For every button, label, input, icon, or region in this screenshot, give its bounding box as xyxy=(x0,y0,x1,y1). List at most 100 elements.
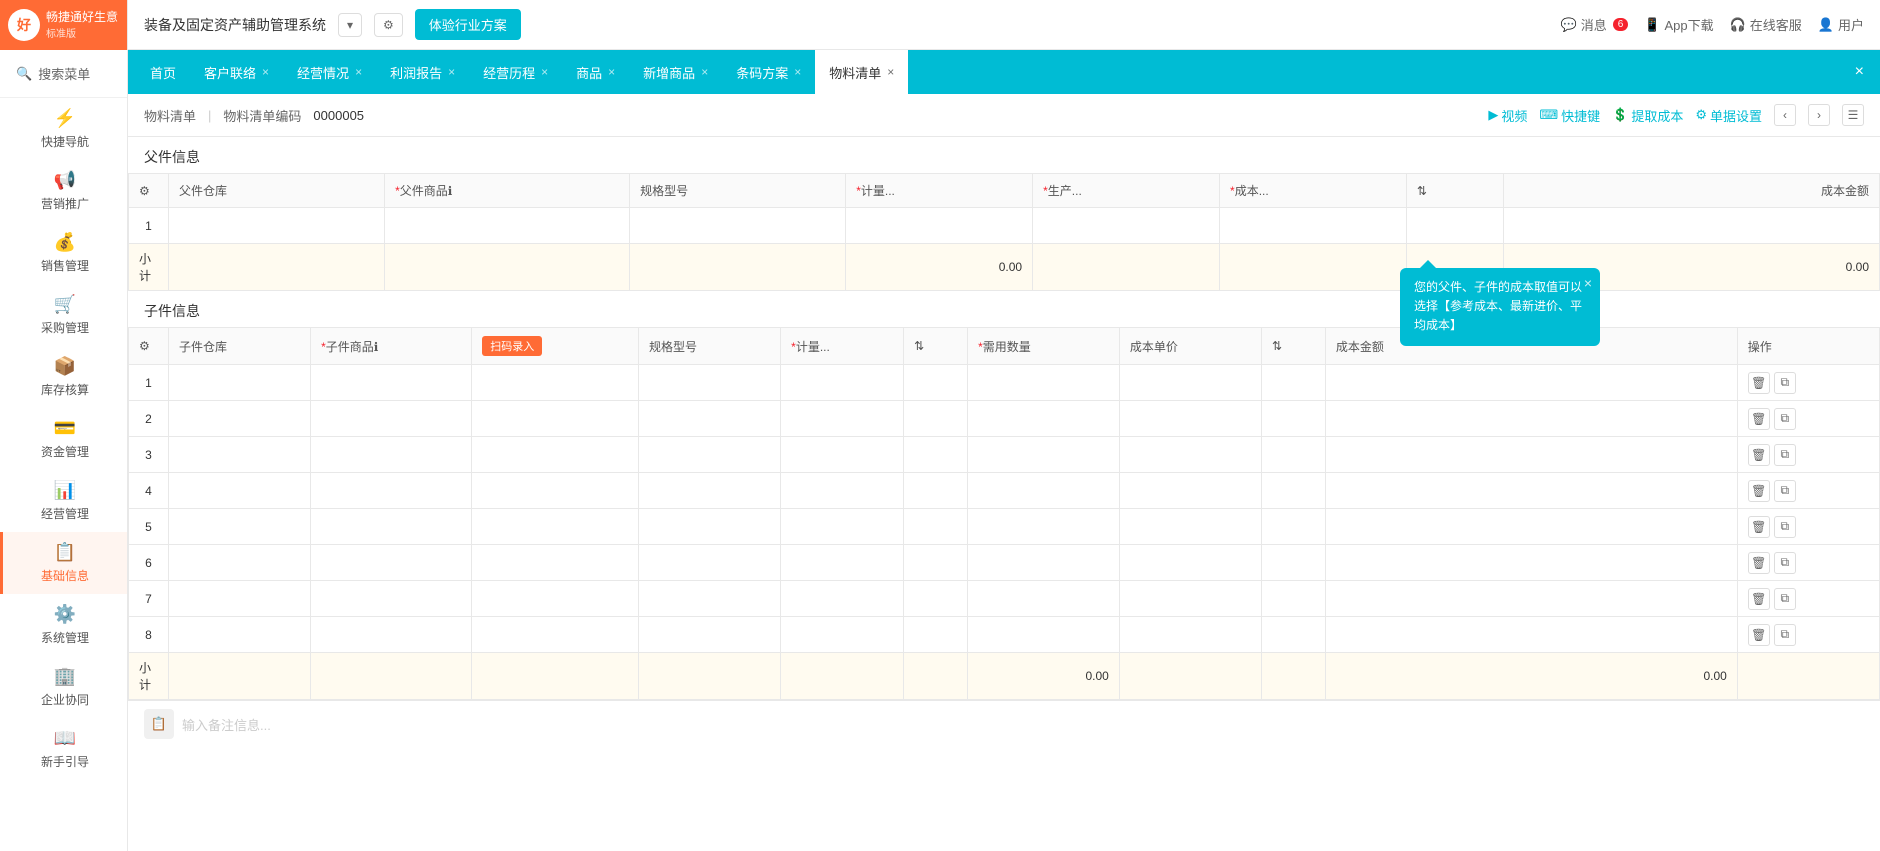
sidebar-item-marketing[interactable]: 📢 营销推广 xyxy=(0,160,127,222)
sidebar-item-system[interactable]: ⚙️ 系统管理 xyxy=(0,594,127,656)
single-settings-action[interactable]: ⚙ 单据设置 xyxy=(1695,106,1762,125)
sidebar-logo: 好 畅捷通好生意 标准版 xyxy=(0,0,127,50)
parent-warehouse-cell[interactable] xyxy=(169,208,385,244)
copy-row-btn[interactable]: ⧉ xyxy=(1774,444,1796,466)
sidebar-item-basic-info[interactable]: 📋 基础信息 xyxy=(0,532,127,594)
unit-cell[interactable] xyxy=(846,208,1033,244)
child-unit-cell[interactable] xyxy=(781,365,904,401)
inventory-icon: 📦 xyxy=(54,356,76,377)
th-child-goods: *子件商品ℹ xyxy=(311,328,472,365)
th-child-unit: *计量... xyxy=(781,328,904,365)
delete-row-btn[interactable]: 🗑 xyxy=(1748,444,1770,466)
shortcut-icon: ⌨ xyxy=(1539,107,1558,123)
sidebar-item-guide[interactable]: 📖 新手引导 xyxy=(0,718,127,780)
copy-row-btn[interactable]: ⧉ xyxy=(1774,480,1796,502)
tab-bom[interactable]: 物料清单 × xyxy=(815,50,908,94)
phone-icon: 📱 xyxy=(1644,17,1660,33)
child-spec-cell xyxy=(639,365,781,401)
tab-customer[interactable]: 客户联络 × xyxy=(190,50,283,94)
sidebar-item-enterprise[interactable]: 🏢 企业协同 xyxy=(0,656,127,718)
delete-row-btn[interactable]: 🗑 xyxy=(1748,480,1770,502)
main-content: 装备及固定资产辅助管理系统 ▾ ⚙ 体验行业方案 💬 消息 6 📱 App下载 … xyxy=(128,0,1880,851)
page-code: 0000005 xyxy=(313,108,364,123)
sidebar-nav: ⚡ 快捷导航 📢 营销推广 💰 销售管理 🛒 采购管理 📦 库存核算 💳 资金管… xyxy=(0,98,127,851)
tab-barcode[interactable]: 条码方案 × xyxy=(722,50,815,94)
topbar-right: 💬 消息 6 📱 App下载 🎧 在线客服 👤 用户 xyxy=(1561,15,1865,34)
dropdown-btn[interactable]: ▾ xyxy=(338,13,362,37)
tab-history[interactable]: 经营历程 × xyxy=(469,50,562,94)
search-menu-button[interactable]: 🔍 搜索菜单 xyxy=(8,58,119,89)
sidebar-item-quick-nav[interactable]: ⚡ 快捷导航 xyxy=(0,98,127,160)
sidebar-item-operations[interactable]: 📊 经营管理 xyxy=(0,470,127,532)
view-action[interactable]: ▶ 视频 xyxy=(1488,106,1527,125)
system-icon: ⚙️ xyxy=(54,604,76,625)
parent-goods-cell[interactable] xyxy=(385,208,630,244)
tab-close-icon[interactable]: × xyxy=(887,65,894,79)
sidebar-item-purchase[interactable]: 🛒 采购管理 xyxy=(0,284,127,346)
shortcut-action[interactable]: ⌨ 快捷键 xyxy=(1539,106,1600,125)
prev-btn[interactable]: ‹ xyxy=(1774,104,1796,126)
tab-close-icon[interactable]: × xyxy=(608,65,615,79)
menu-btn[interactable]: ☰ xyxy=(1842,104,1864,126)
close-all-tabs-button[interactable]: × xyxy=(1847,63,1872,81)
copy-row-btn[interactable]: ⧉ xyxy=(1774,516,1796,538)
tab-goods[interactable]: 商品 × xyxy=(562,50,629,94)
copy-row-btn[interactable]: ⧉ xyxy=(1774,552,1796,574)
delete-row-btn[interactable]: 🗑 xyxy=(1748,588,1770,610)
guide-icon: 📖 xyxy=(54,728,76,749)
play-icon: ▶ xyxy=(1488,107,1498,123)
unit-cost-cell[interactable] xyxy=(1119,365,1261,401)
produce-cell[interactable] xyxy=(1033,208,1220,244)
cost-cell[interactable] xyxy=(1220,208,1407,244)
sidebar-item-label: 库存核算 xyxy=(41,381,89,398)
child-warehouse-cell[interactable] xyxy=(169,365,311,401)
sidebar-item-inventory[interactable]: 📦 库存核算 xyxy=(0,346,127,408)
next-btn[interactable]: › xyxy=(1808,104,1830,126)
tab-close-icon[interactable]: × xyxy=(701,65,708,79)
trial-button[interactable]: 体验行业方案 xyxy=(415,9,521,40)
app-download-item[interactable]: 📱 App下载 xyxy=(1644,15,1713,34)
delete-row-btn[interactable]: 🗑 xyxy=(1748,408,1770,430)
th-produce: *生产... xyxy=(1033,174,1220,208)
th-parent-goods: *父件商品ℹ xyxy=(385,174,630,208)
cost-tooltip: × 您的父件、子件的成本取值可以选择【参考成本、最新进价、平均成本】 xyxy=(1400,268,1600,346)
tooltip-close-btn[interactable]: × xyxy=(1584,272,1592,294)
message-item[interactable]: 💬 消息 6 xyxy=(1561,15,1629,34)
delete-row-btn[interactable]: 🗑 xyxy=(1748,372,1770,394)
tab-close-icon[interactable]: × xyxy=(541,65,548,79)
user-item[interactable]: 👤 用户 xyxy=(1818,15,1864,34)
tab-close-icon[interactable]: × xyxy=(448,65,455,79)
single-settings-label: 单据设置 xyxy=(1710,106,1762,125)
extract-cost-action[interactable]: 💲 提取成本 xyxy=(1612,106,1683,125)
tab-close-icon[interactable]: × xyxy=(355,65,362,79)
sidebar-search-area: 🔍 搜索菜单 xyxy=(0,50,127,98)
child-goods-cell[interactable] xyxy=(311,365,472,401)
copy-row-btn[interactable]: ⧉ xyxy=(1774,408,1796,430)
breadcrumb-bom[interactable]: 物料清单 xyxy=(144,106,196,125)
online-service-item[interactable]: 🎧 在线客服 xyxy=(1730,15,1802,34)
th-settings: ⚙ xyxy=(129,174,169,208)
qty-cell[interactable] xyxy=(968,365,1120,401)
remark-icon[interactable]: 📋 xyxy=(144,709,174,739)
sidebar-item-finance[interactable]: 💳 资金管理 xyxy=(0,408,127,470)
copy-row-btn[interactable]: ⧉ xyxy=(1774,624,1796,646)
tab-close-icon[interactable]: × xyxy=(794,65,801,79)
sidebar-item-sales[interactable]: 💰 销售管理 xyxy=(0,222,127,284)
delete-row-btn[interactable]: 🗑 xyxy=(1748,552,1770,574)
tab-close-icon[interactable]: × xyxy=(262,65,269,79)
tab-home[interactable]: 首页 xyxy=(136,50,190,94)
scan-button[interactable]: 扫码录入 xyxy=(482,336,542,356)
tab-profit[interactable]: 利润报告 × xyxy=(376,50,469,94)
child-cost-cell xyxy=(1325,365,1737,401)
delete-row-btn[interactable]: 🗑 xyxy=(1748,624,1770,646)
tab-operations[interactable]: 经营情况 × xyxy=(283,50,376,94)
sidebar-item-label: 快捷导航 xyxy=(41,133,89,150)
settings-btn[interactable]: ⚙ xyxy=(374,13,403,37)
remark-hint[interactable]: 输入备注信息... xyxy=(182,715,271,734)
copy-row-btn[interactable]: ⧉ xyxy=(1774,372,1796,394)
delete-row-btn[interactable]: 🗑 xyxy=(1748,516,1770,538)
copy-row-btn[interactable]: ⧉ xyxy=(1774,588,1796,610)
tab-new-goods[interactable]: 新增商品 × xyxy=(629,50,722,94)
user-label: 用户 xyxy=(1838,15,1864,34)
table-row: 3 🗑⧉ xyxy=(129,437,1880,473)
